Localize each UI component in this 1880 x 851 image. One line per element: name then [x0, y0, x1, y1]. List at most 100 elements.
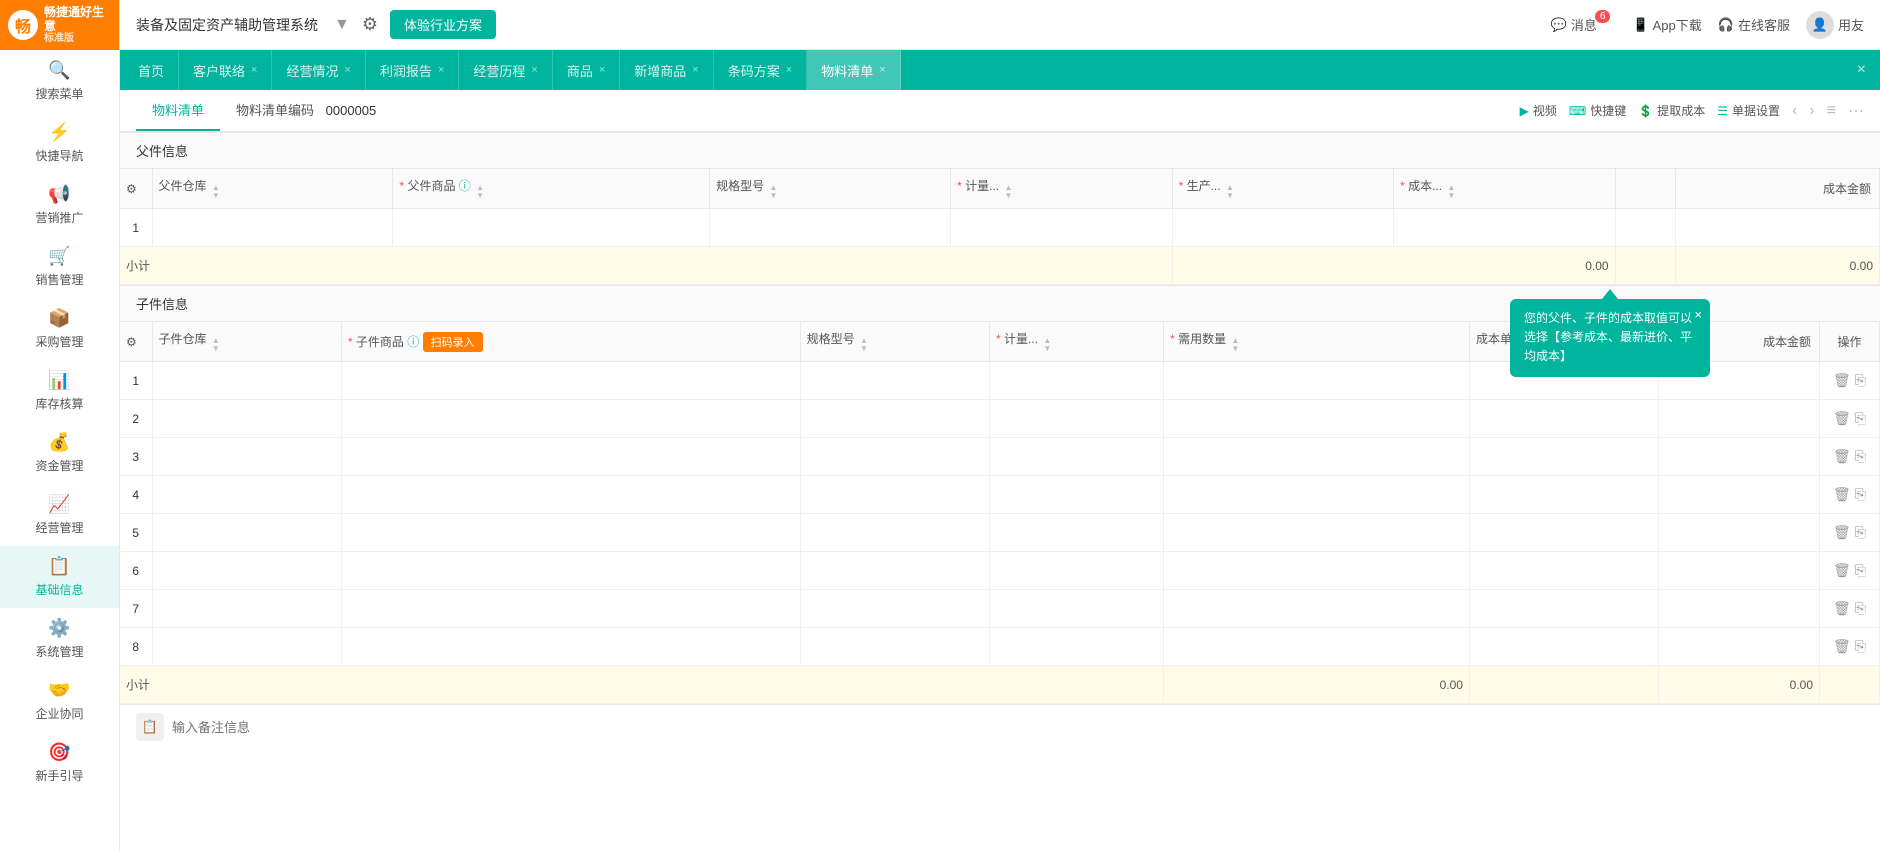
view-action[interactable]: ▶ 视频 [1520, 102, 1557, 119]
user-action[interactable]: 👤 用友 [1806, 11, 1864, 39]
sidebar-item-sales[interactable]: 🛒 销售管理 [0, 236, 119, 298]
close-all-tabs[interactable]: × [1847, 61, 1876, 79]
sidebar-item-finance[interactable]: 💰 资金管理 [0, 422, 119, 484]
cost-action[interactable]: 💲 提取成本 [1638, 102, 1705, 119]
sidebar-item-guide[interactable]: 🎯 新手引导 [0, 732, 119, 794]
app-download-action[interactable]: 📱 App下载 [1632, 15, 1701, 34]
sidebar-item-quick-nav[interactable]: ⚡ 快捷导航 [0, 112, 119, 174]
delete-icon[interactable]: 🗑 [1833, 410, 1851, 427]
grid-view-icon[interactable]: ≡ [1827, 102, 1836, 120]
child-qty-cell[interactable] [1164, 400, 1470, 438]
child-warehouse-cell[interactable] [152, 438, 341, 476]
copy-icon[interactable]: ⎘ [1855, 410, 1866, 427]
try-btn[interactable]: 体验行业方案 [390, 10, 496, 39]
sub-tab-bom-code[interactable]: 物料清单编码 0000005 [220, 90, 392, 131]
child-unit-cell[interactable] [990, 362, 1164, 400]
parent-spec-cell[interactable] [710, 209, 951, 247]
child-spec-cell[interactable] [800, 590, 989, 628]
close-icon[interactable]: × [786, 64, 792, 76]
child-unit-cost-cell[interactable] [1469, 590, 1658, 628]
close-icon[interactable]: × [251, 64, 257, 76]
close-icon[interactable]: × [344, 64, 350, 76]
sidebar-item-system[interactable]: ⚙️ 系统管理 [0, 608, 119, 670]
gear-icon[interactable]: ⚙ [362, 14, 378, 35]
parent-unit-cell[interactable] [951, 209, 1173, 247]
copy-icon[interactable]: ⎘ [1855, 486, 1866, 503]
tab-goods[interactable]: 商品 × [553, 50, 620, 90]
child-unit-cell[interactable] [990, 552, 1164, 590]
close-icon[interactable]: × [438, 64, 444, 76]
message-action[interactable]: 💬 消息 6 [1551, 15, 1617, 34]
child-unit-cell[interactable] [990, 438, 1164, 476]
parent-production-cell[interactable] [1172, 209, 1394, 247]
tooltip-close[interactable]: × [1694, 305, 1702, 326]
close-icon[interactable]: × [599, 64, 605, 76]
more-icon[interactable]: ⋯ [1848, 101, 1864, 121]
child-qty-cell[interactable] [1164, 552, 1470, 590]
tab-barcode[interactable]: 条码方案 × [714, 50, 807, 90]
online-service-action[interactable]: 🎧 在线客服 [1718, 15, 1790, 34]
parent-goods-cell[interactable] [393, 209, 710, 247]
parent-cost-cell[interactable] [1394, 209, 1616, 247]
child-goods-cell[interactable] [341, 362, 800, 400]
child-goods-cell[interactable] [341, 476, 800, 514]
child-goods-cell[interactable] [341, 400, 800, 438]
dropdown-arrow-icon[interactable]: ▼ [334, 16, 350, 34]
child-spec-cell[interactable] [800, 514, 989, 552]
child-qty-cell[interactable] [1164, 514, 1470, 552]
delete-icon[interactable]: 🗑 [1833, 448, 1851, 465]
child-col-settings[interactable]: ⚙ [120, 322, 152, 362]
sidebar-item-purchase[interactable]: 📦 采购管理 [0, 298, 119, 360]
scan-btn[interactable]: 扫码录入 [423, 332, 483, 352]
child-unit-cell[interactable] [990, 628, 1164, 666]
child-warehouse-cell[interactable] [152, 590, 341, 628]
child-cost-amount-cell[interactable] [1659, 514, 1820, 552]
child-spec-cell[interactable] [800, 476, 989, 514]
tab-bom[interactable]: 物料清单 × [807, 50, 900, 90]
tab-client[interactable]: 客户联络 × [179, 50, 272, 90]
parent-cost-amount-cell[interactable] [1675, 209, 1879, 247]
tab-profit[interactable]: 利润报告 × [366, 50, 459, 90]
child-cost-amount-cell[interactable] [1659, 590, 1820, 628]
sidebar-item-inventory[interactable]: 📊 库存核算 [0, 360, 119, 422]
child-unit-cost-cell[interactable] [1469, 438, 1658, 476]
child-cost-amount-cell[interactable] [1659, 400, 1820, 438]
nav-prev-icon[interactable]: ‹ [1792, 102, 1797, 120]
note-icon[interactable]: 📋 [136, 713, 164, 741]
delete-icon[interactable]: 🗑 [1833, 372, 1851, 389]
child-spec-cell[interactable] [800, 400, 989, 438]
note-input[interactable] [172, 720, 1864, 735]
close-icon[interactable]: × [879, 64, 885, 76]
child-cost-amount-cell[interactable] [1659, 628, 1820, 666]
child-qty-cell[interactable] [1164, 362, 1470, 400]
child-qty-cell[interactable] [1164, 476, 1470, 514]
copy-icon[interactable]: ⎘ [1855, 372, 1866, 389]
child-qty-cell[interactable] [1164, 438, 1470, 476]
sidebar-item-basic[interactable]: 📋 基础信息 [0, 546, 119, 608]
child-warehouse-cell[interactable] [152, 514, 341, 552]
child-qty-cell[interactable] [1164, 628, 1470, 666]
child-qty-cell[interactable] [1164, 590, 1470, 628]
child-unit-cost-cell[interactable] [1469, 628, 1658, 666]
settings-action[interactable]: ☰ 单据设置 [1717, 102, 1780, 119]
shortcut-action[interactable]: ⌨ 快捷键 [1569, 102, 1626, 119]
child-spec-cell[interactable] [800, 628, 989, 666]
copy-icon[interactable]: ⎘ [1855, 638, 1866, 655]
delete-icon[interactable]: 🗑 [1833, 486, 1851, 503]
tab-history[interactable]: 经营历程 × [459, 50, 552, 90]
child-warehouse-cell[interactable] [152, 628, 341, 666]
copy-icon[interactable]: ⎘ [1855, 524, 1866, 541]
close-icon[interactable]: × [531, 64, 537, 76]
child-cost-amount-cell[interactable] [1659, 476, 1820, 514]
tab-new-goods[interactable]: 新增商品 × [620, 50, 713, 90]
sidebar-item-search[interactable]: 🔍 搜索菜单 [0, 50, 119, 112]
close-icon[interactable]: × [692, 64, 698, 76]
delete-icon[interactable]: 🗑 [1833, 638, 1851, 655]
child-cost-amount-cell[interactable] [1659, 552, 1820, 590]
child-unit-cell[interactable] [990, 476, 1164, 514]
child-goods-cell[interactable] [341, 628, 800, 666]
copy-icon[interactable]: ⎘ [1855, 600, 1866, 617]
copy-icon[interactable]: ⎘ [1855, 448, 1866, 465]
child-unit-cost-cell[interactable] [1469, 514, 1658, 552]
sidebar-item-collab[interactable]: 🤝 企业协同 [0, 670, 119, 732]
